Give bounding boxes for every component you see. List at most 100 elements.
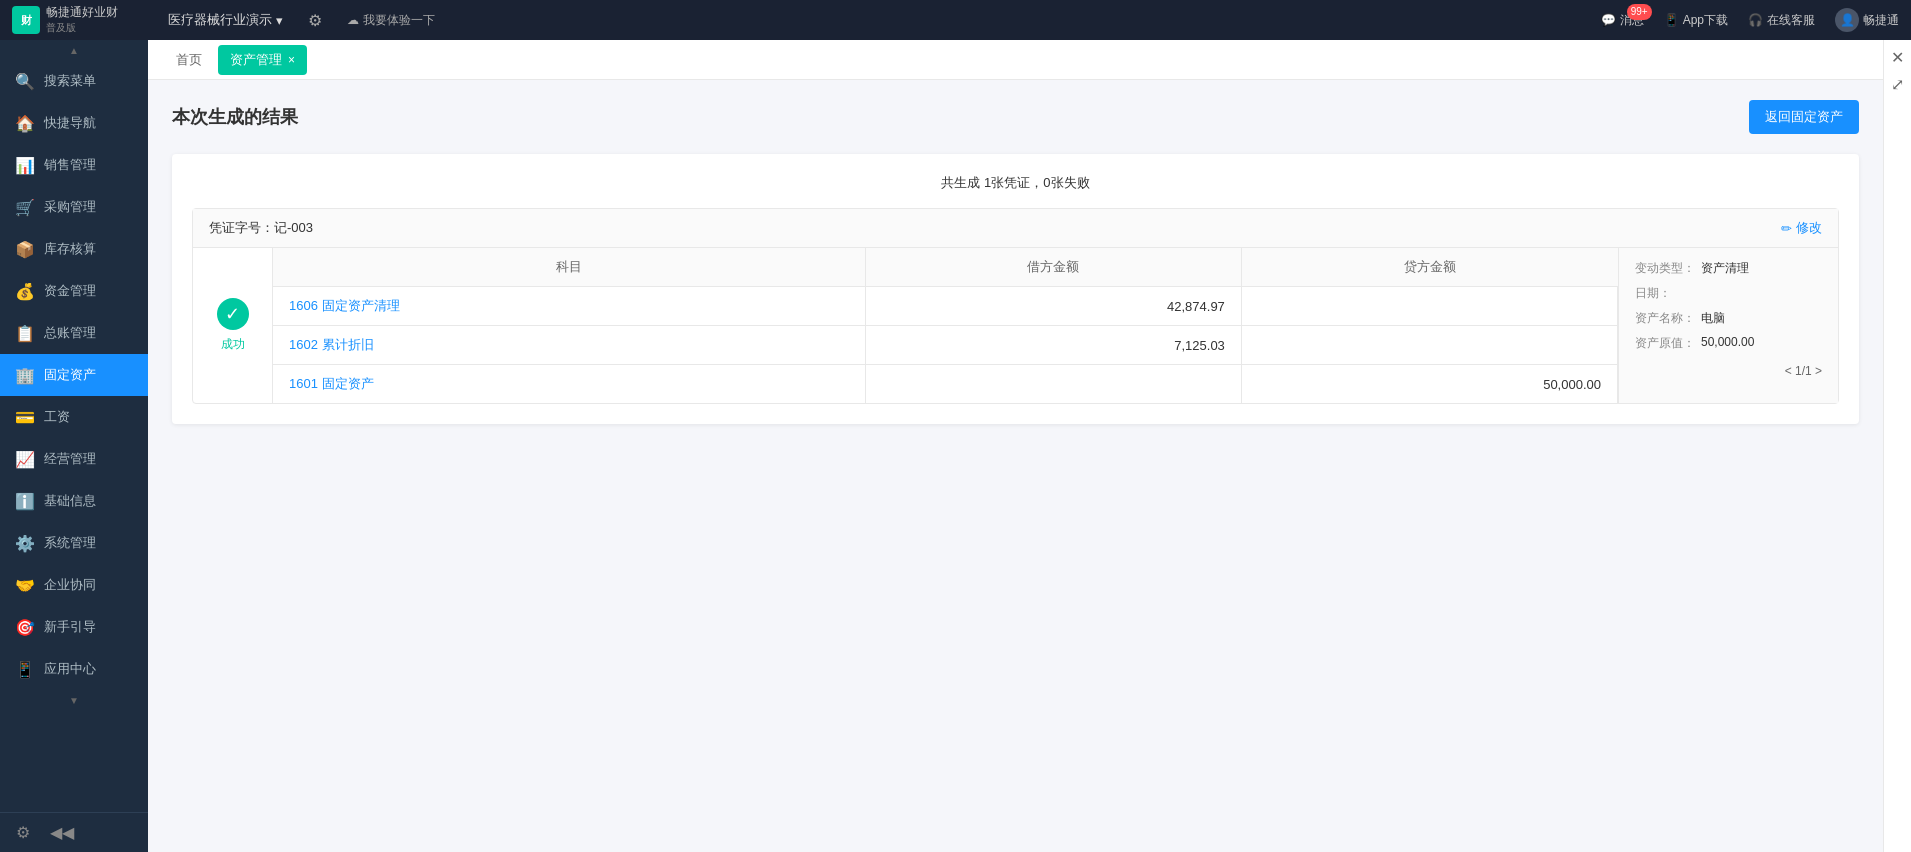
close-panel-icon[interactable]: ✕ [1891,48,1904,67]
logo-area: 财 畅捷通好业财 普及版 [12,5,160,35]
sidebar-item-collaboration[interactable]: 🤝 企业协同 [0,564,148,606]
sidebar-item-label: 基础信息 [44,492,96,510]
change-type-row: 变动类型： 资产清理 [1635,260,1822,277]
logo-text: 畅捷通好业财 [46,5,118,21]
return-button[interactable]: 返回固定资产 [1749,100,1859,134]
sidebar-item-basic-info[interactable]: ℹ️ 基础信息 [0,480,148,522]
company-name: 医疗器械行业演示 [168,11,272,29]
expand-panel-icon[interactable]: ⤢ [1891,75,1904,94]
table-row: 1602 累计折旧7,125.03 [273,326,1618,365]
subject-cell[interactable]: 1601 固定资产 [273,365,865,404]
ledger-icon: 📋 [16,324,34,342]
sidebar-item-sales[interactable]: 📊 销售管理 [0,144,148,186]
sidebar-item-label: 工资 [44,408,70,426]
sidebar-scroll-down[interactable]: ▼ [0,690,148,710]
experience-button[interactable]: ☁ 我要体验一下 [339,10,443,31]
message-badge: 99+ [1627,4,1652,20]
date-label: 日期： [1635,285,1671,302]
purchase-icon: 🛒 [16,198,34,216]
cloud-icon: ☁ [347,13,359,27]
subject-cell[interactable]: 1606 固定资产清理 [273,287,865,326]
sidebar-item-purchase[interactable]: 🛒 采购管理 [0,186,148,228]
table-row: 1601 固定资产50,000.00 [273,365,1618,404]
sidebar-item-label: 应用中心 [44,660,96,678]
tab-asset-management[interactable]: 资产管理 × [218,45,307,75]
settings-bottom-icon[interactable]: ⚙ [16,823,30,842]
change-type-value: 资产清理 [1701,260,1749,277]
sidebar-scroll-up[interactable]: ▲ [0,40,148,60]
company-selector[interactable]: 医疗器械行业演示 ▾ [160,7,291,33]
col-header-credit: 贷方金额 [1241,248,1617,287]
avatar: 👤 [1835,8,1859,32]
user-label: 畅捷通 [1863,12,1899,29]
sidebar-item-app-center[interactable]: 📱 应用中心 [0,648,148,690]
search-icon: 🔍 [16,72,34,90]
date-row: 日期： [1635,285,1822,302]
collapse-icon[interactable]: ◀◀ [50,823,74,842]
voucher-number: 凭证字号：记-003 [209,219,313,237]
result-panel: 共生成 1张凭证，0张失败 凭证字号：记-003 ✏ 修改 [172,154,1859,424]
sidebar-item-system[interactable]: ⚙️ 系统管理 [0,522,148,564]
tab-close-button[interactable]: × [288,53,295,67]
sidebar-item-label: 总账管理 [44,324,96,342]
chevron-down-icon: ▾ [276,13,283,28]
sidebar-item-search[interactable]: 🔍 搜索菜单 [0,60,148,102]
sidebar-item-label: 固定资产 [44,366,96,384]
success-circle: ✓ [217,298,249,330]
sidebar-item-quick-nav[interactable]: 🏠 快捷导航 [0,102,148,144]
asset-name-row: 资产名称： 电脑 [1635,310,1822,327]
side-pagination[interactable]: < 1/1 > [1635,364,1822,378]
headset-icon: 🎧 [1748,13,1763,27]
fixed-assets-icon: 🏢 [16,366,34,384]
page-header: 本次生成的结果 返回固定资产 [172,100,1859,134]
app-download-item[interactable]: 📱 App下载 [1664,12,1728,29]
home-icon: 🏠 [16,114,34,132]
salary-icon: 💳 [16,408,34,426]
side-info-panel: 变动类型： 资产清理 日期： 资产名称： 电脑 [1618,248,1838,403]
sidebar-item-label: 新手引导 [44,618,96,636]
original-value-row: 资产原值： 50,000.00 [1635,335,1822,352]
sidebar-bottom: ⚙ ◀◀ [0,812,148,852]
sidebar-item-label: 采购管理 [44,198,96,216]
col-header-subject: 科目 [273,248,865,287]
sidebar-item-label: 经营管理 [44,450,96,468]
original-value-value: 50,000.00 [1701,335,1754,352]
app-center-icon: 📱 [16,660,34,678]
basic-info-icon: ℹ️ [16,492,34,510]
sidebar-item-label: 快捷导航 [44,114,96,132]
table-row: 1606 固定资产清理42,874.97 [273,287,1618,326]
edit-button[interactable]: ✏ 修改 [1781,219,1822,237]
user-item[interactable]: 👤 畅捷通 [1835,8,1899,32]
sidebar-item-salary[interactable]: 💳 工资 [0,396,148,438]
system-icon: ⚙️ [16,534,34,552]
voucher-body: ✓ 成功 科目 借方金额 贷方金额 [193,248,1838,403]
sidebar-item-operations[interactable]: 📈 经营管理 [0,438,148,480]
sidebar: ▲ 🔍 搜索菜单 🏠 快捷导航 📊 销售管理 🛒 采购管理 📦 库存核算 💰 资… [0,40,148,852]
voucher-block: 凭证字号：记-003 ✏ 修改 ✓ 成功 [192,208,1839,404]
sidebar-item-label: 销售管理 [44,156,96,174]
collaboration-icon: 🤝 [16,576,34,594]
online-service-label: 在线客服 [1767,12,1815,29]
subject-cell[interactable]: 1602 累计折旧 [273,326,865,365]
sales-icon: 📊 [16,156,34,174]
sidebar-item-guide[interactable]: 🎯 新手引导 [0,606,148,648]
sidebar-item-ledger[interactable]: 📋 总账管理 [0,312,148,354]
message-item[interactable]: 💬 消息 99+ [1601,12,1644,29]
online-service-item[interactable]: 🎧 在线客服 [1748,12,1815,29]
debit-cell: 7,125.03 [865,326,1241,365]
gear-button[interactable]: ⚙ [301,6,329,34]
logo-edition: 普及版 [46,21,118,35]
tab-bar: 首页 资产管理 × [148,40,1883,80]
tab-label: 资产管理 [230,51,282,69]
original-value-label: 资产原值： [1635,335,1695,352]
header-middle: 医疗器械行业演示 ▾ ⚙ ☁ 我要体验一下 [160,6,1601,34]
experience-label: 我要体验一下 [363,12,435,29]
success-text: 成功 [221,336,245,353]
voucher-table: 科目 借方金额 贷方金额 1606 固定资产清理42,874.971602 累计… [273,248,1618,403]
content-area: 首页 资产管理 × 本次生成的结果 返回固定资产 共生成 1张凭证，0张失败 凭… [148,40,1883,852]
sidebar-item-funds[interactable]: 💰 资金管理 [0,270,148,312]
sidebar-item-inventory[interactable]: 📦 库存核算 [0,228,148,270]
tab-home[interactable]: 首页 [164,51,214,69]
sidebar-item-fixed-assets[interactable]: 🏢 固定资产 [0,354,148,396]
asset-name-label: 资产名称： [1635,310,1695,327]
